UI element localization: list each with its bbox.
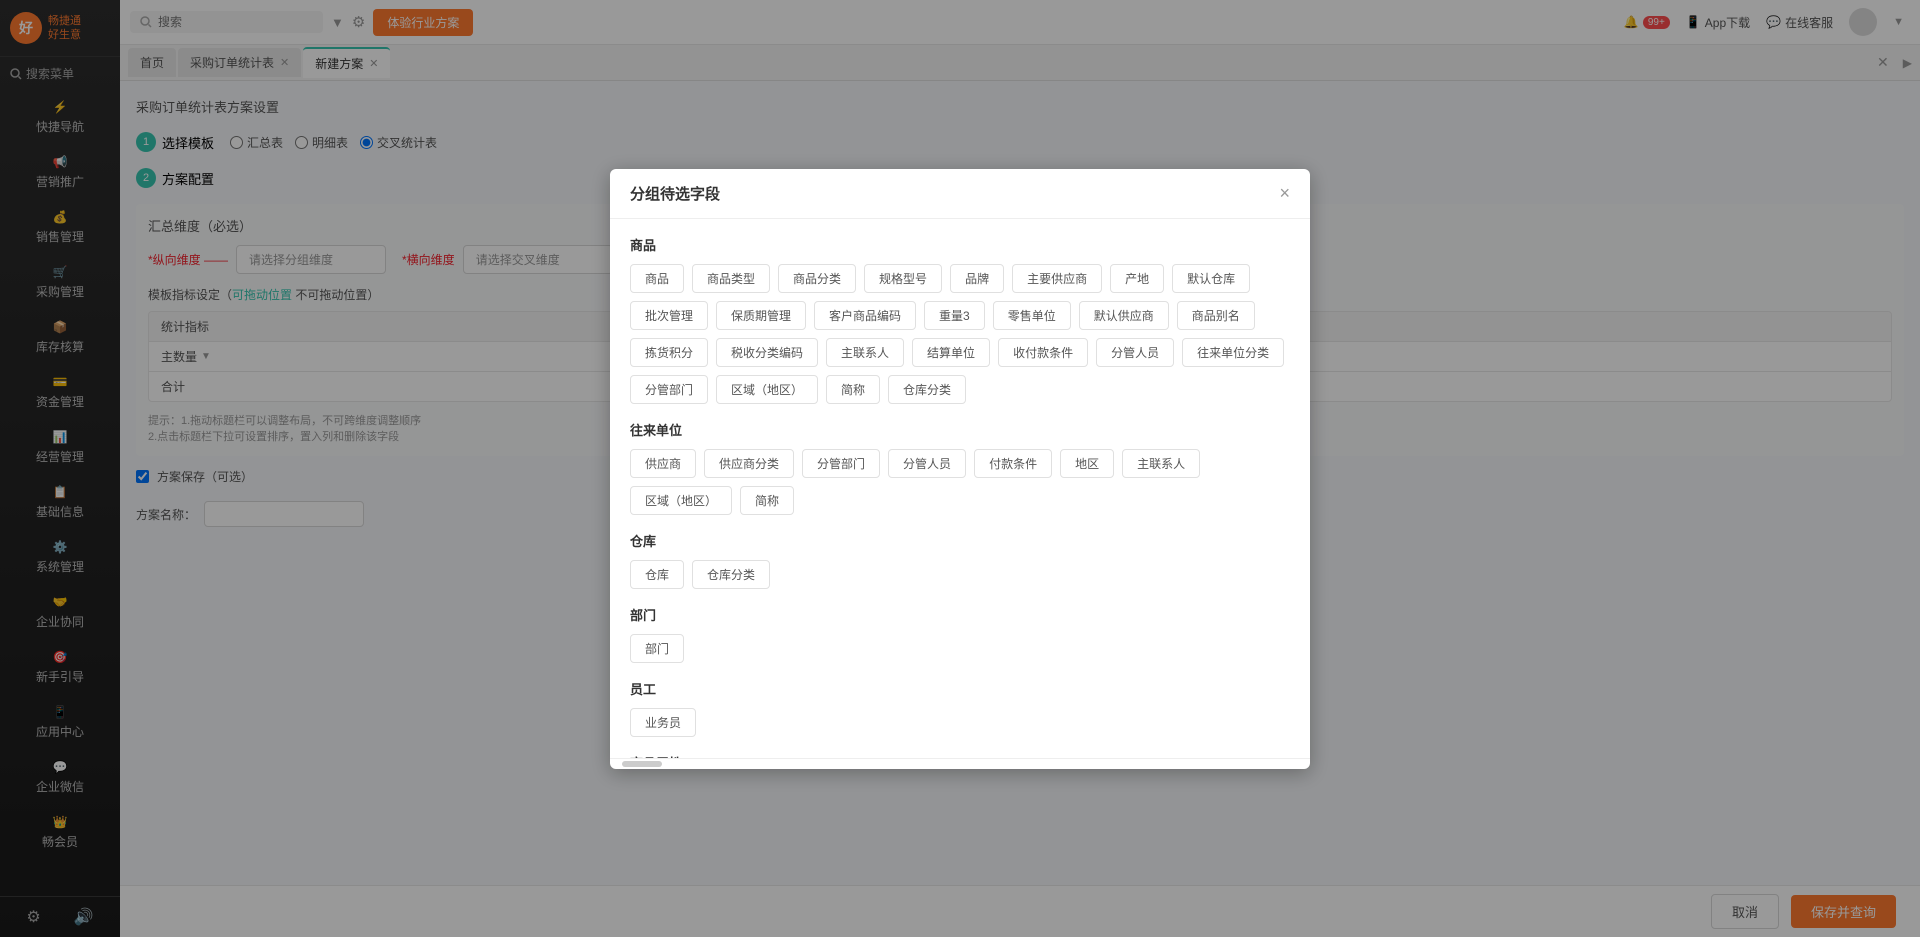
field-tag[interactable]: 仓库分类 — [692, 560, 770, 589]
field-tag[interactable]: 部门 — [630, 634, 684, 663]
field-tag[interactable]: 主联系人 — [1122, 449, 1200, 478]
field-tags-partner: 供应商供应商分类分管部门分管人员付款条件地区主联系人区域（地区） 简称 — [630, 449, 1290, 515]
field-tag[interactable]: 分管人员 — [888, 449, 966, 478]
field-select-modal: 分组待选字段 × 商品商品商品类型商品分类规格型号品牌主要供应商产地默认仓库批次… — [610, 169, 1310, 769]
field-tag[interactable]: 分管部门 — [802, 449, 880, 478]
field-tag[interactable]: 供应商 — [630, 449, 696, 478]
field-tag[interactable]: 简称 — [740, 486, 794, 515]
field-tag[interactable]: 分管人员 — [1096, 338, 1174, 367]
field-tag[interactable]: 批次管理 — [630, 301, 708, 330]
field-tag[interactable]: 结算单位 — [912, 338, 990, 367]
modal-close-btn[interactable]: × — [1279, 184, 1290, 202]
field-tag[interactable]: 零售单位 — [993, 301, 1071, 330]
section-title-partner: 往来单位 — [630, 420, 1290, 439]
modal-hscroll[interactable] — [610, 758, 1310, 768]
field-tags-department: 部门 — [630, 634, 1290, 663]
field-tag[interactable]: 收付款条件 — [998, 338, 1088, 367]
field-tag[interactable]: 税收分类编码 — [716, 338, 818, 367]
field-section-warehouse: 仓库仓库仓库分类 — [630, 531, 1290, 589]
modal-body: 商品商品商品类型商品分类规格型号品牌主要供应商产地默认仓库批次管理保质期管理客户… — [610, 219, 1310, 759]
field-section-employee: 员工业务员 — [630, 679, 1290, 737]
field-tag[interactable]: 区域（地区） — [716, 375, 818, 404]
field-tag[interactable]: 业务员 — [630, 708, 696, 737]
field-tag[interactable]: 往来单位分类 — [1182, 338, 1284, 367]
field-section-product: 商品商品商品类型商品分类规格型号品牌主要供应商产地默认仓库批次管理保质期管理客户… — [630, 235, 1290, 404]
field-tag[interactable]: 默认仓库 — [1172, 264, 1250, 293]
field-tag[interactable]: 付款条件 — [974, 449, 1052, 478]
field-tag[interactable]: 重量3 — [924, 301, 985, 330]
field-tag[interactable]: 产地 — [1110, 264, 1164, 293]
field-tag[interactable]: 仓库分类 — [888, 375, 966, 404]
field-tag[interactable]: 简称 — [826, 375, 880, 404]
field-tag[interactable]: 默认供应商 — [1079, 301, 1169, 330]
field-section-department: 部门部门 — [630, 605, 1290, 663]
field-tag[interactable]: 保质期管理 — [716, 301, 806, 330]
field-tag[interactable]: 分管部门 — [630, 375, 708, 404]
field-tag[interactable]: 商品类型 — [692, 264, 770, 293]
section-title-product: 商品 — [630, 235, 1290, 254]
field-tags-warehouse: 仓库仓库分类 — [630, 560, 1290, 589]
section-title-warehouse: 仓库 — [630, 531, 1290, 550]
modal-header: 分组待选字段 × — [610, 169, 1310, 219]
field-tag[interactable]: 主联系人 — [826, 338, 904, 367]
field-tag[interactable]: 地区 — [1060, 449, 1114, 478]
field-tag[interactable]: 商品 — [630, 264, 684, 293]
field-tags-employee: 业务员 — [630, 708, 1290, 737]
field-tag[interactable]: 主要供应商 — [1012, 264, 1102, 293]
field-tag[interactable]: 规格型号 — [864, 264, 942, 293]
modal-title: 分组待选字段 — [630, 183, 720, 204]
field-tag[interactable]: 商品分类 — [778, 264, 856, 293]
section-title-employee: 员工 — [630, 679, 1290, 698]
section-title-department: 部门 — [630, 605, 1290, 624]
field-tag[interactable]: 供应商分类 — [704, 449, 794, 478]
field-section-partner: 往来单位供应商供应商分类分管部门分管人员付款条件地区主联系人区域（地区） 简称 — [630, 420, 1290, 515]
field-tag[interactable]: 商品别名 — [1177, 301, 1255, 330]
field-tag[interactable]: 区域（地区） — [630, 486, 732, 515]
field-tag[interactable]: 拣货积分 — [630, 338, 708, 367]
field-tags-product: 商品商品类型商品分类规格型号品牌主要供应商产地默认仓库批次管理保质期管理客户商品… — [630, 264, 1290, 404]
field-tag[interactable]: 品牌 — [950, 264, 1004, 293]
field-tag[interactable]: 仓库 — [630, 560, 684, 589]
field-tag[interactable]: 客户商品编码 — [814, 301, 916, 330]
